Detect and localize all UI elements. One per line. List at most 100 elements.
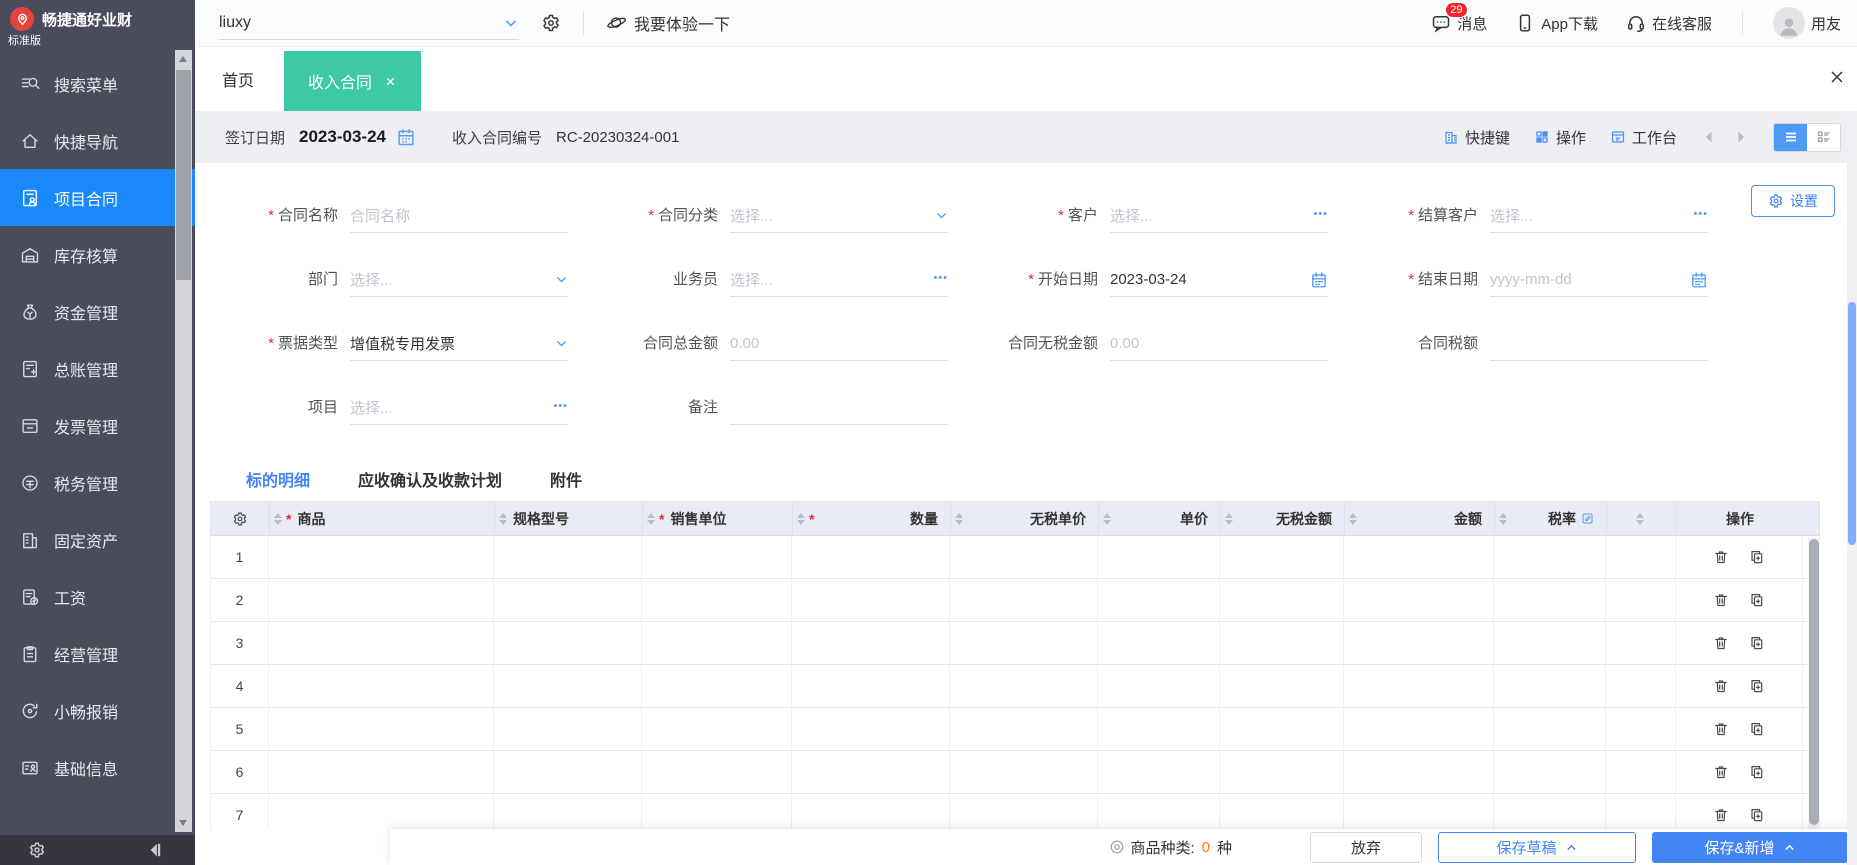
tab-attachments[interactable]: 附件 <box>550 467 582 501</box>
more-options-icon[interactable]: ••• <box>1313 208 1328 224</box>
copy-add-icon[interactable] <box>1749 678 1765 694</box>
sidebar-settings-icon[interactable] <box>28 841 46 859</box>
table-cell-empty[interactable] <box>1606 536 1676 578</box>
trash-icon[interactable] <box>1713 678 1729 694</box>
gear-icon[interactable] <box>232 511 248 527</box>
sort-arrows-icon[interactable] <box>1103 512 1111 525</box>
page-scrollbar-thumb[interactable] <box>1848 302 1856 545</box>
field-input-invoice-type[interactable]: 增值税专用发票 <box>350 327 568 361</box>
field-input-customer[interactable]: 选择... ••• <box>1110 199 1328 233</box>
sidebar-item-money-bag[interactable]: 资金管理 <box>0 283 172 340</box>
table-cell-empty[interactable] <box>642 708 792 750</box>
table-cell-empty[interactable] <box>494 579 642 621</box>
table-cell-empty[interactable] <box>269 665 494 707</box>
table-cell-empty[interactable] <box>1606 794 1676 829</box>
table-cell-empty[interactable] <box>1220 794 1344 829</box>
table-cell-empty[interactable] <box>269 579 494 621</box>
table-cell-empty[interactable] <box>1220 665 1344 707</box>
table-cell-empty[interactable] <box>1098 622 1220 664</box>
table-cell-empty[interactable] <box>792 751 950 793</box>
field-input-start-date[interactable]: 2023-03-24 <box>1110 263 1328 297</box>
table-cell-empty[interactable] <box>1098 794 1220 829</box>
table-cell-empty[interactable] <box>269 622 494 664</box>
table-cell-empty[interactable] <box>1220 751 1344 793</box>
card-view-button[interactable] <box>1807 124 1840 151</box>
sort-arrows-icon[interactable] <box>1225 512 1233 525</box>
table-cell-empty[interactable] <box>494 794 642 829</box>
table-scrollbar-thumb[interactable] <box>1809 539 1819 825</box>
chevron-down-icon[interactable] <box>935 209 948 222</box>
sort-arrows-icon[interactable] <box>797 512 805 525</box>
operation-menu-button[interactable]: 操作 <box>1534 127 1586 148</box>
sidebar-item-search-menu[interactable]: 搜索菜单 <box>0 55 172 112</box>
table-cell-empty[interactable] <box>1606 751 1676 793</box>
table-cell-empty[interactable] <box>269 708 494 750</box>
sidebar-collapse-icon[interactable] <box>145 841 163 859</box>
table-cell-empty[interactable] <box>1494 536 1606 578</box>
table-cell-empty[interactable] <box>1494 579 1606 621</box>
table-cell-empty[interactable] <box>1606 579 1676 621</box>
field-input-salesman[interactable]: 选择... ••• <box>730 263 948 297</box>
table-cell-empty[interactable] <box>1606 708 1676 750</box>
sort-arrows-icon[interactable] <box>499 512 507 525</box>
table-scrollbar[interactable] <box>1808 537 1820 829</box>
table-cell-empty[interactable] <box>269 794 494 829</box>
trash-icon[interactable] <box>1713 721 1729 737</box>
trash-icon[interactable] <box>1713 807 1729 823</box>
chevron-down-icon[interactable] <box>555 337 568 350</box>
sidebar-item-tax[interactable]: 税务管理 <box>0 454 172 511</box>
tab-close-icon[interactable] <box>384 75 397 88</box>
next-arrow-icon[interactable] <box>1733 129 1749 145</box>
table-cell-empty[interactable] <box>792 665 950 707</box>
table-cell-empty[interactable] <box>1344 622 1494 664</box>
field-input-settlement-customer[interactable]: 选择... ••• <box>1490 199 1708 233</box>
table-cell-empty[interactable] <box>642 751 792 793</box>
more-options-icon[interactable]: ••• <box>933 272 948 288</box>
trash-icon[interactable] <box>1713 635 1729 651</box>
table-cell-empty[interactable] <box>494 751 642 793</box>
messages-button[interactable]: 消息 29 <box>1431 1 1487 34</box>
topbar-settings-icon[interactable] <box>541 13 561 33</box>
calendar-icon[interactable] <box>396 127 416 147</box>
close-all-tabs-icon[interactable] <box>1829 69 1845 85</box>
scroll-up-icon[interactable] <box>179 56 187 62</box>
more-options-icon[interactable]: ••• <box>553 400 568 416</box>
table-cell-empty[interactable] <box>792 622 950 664</box>
field-input-project[interactable]: 选择... ••• <box>350 391 568 425</box>
table-cell-empty[interactable] <box>792 708 950 750</box>
table-cell-empty[interactable] <box>642 794 792 829</box>
more-options-icon[interactable]: ••• <box>1693 208 1708 224</box>
table-cell-empty[interactable] <box>642 622 792 664</box>
field-input-remark[interactable] <box>730 391 948 425</box>
sidebar-item-warehouse[interactable]: 库存核算 <box>0 226 172 283</box>
tab-home[interactable]: 首页 <box>222 67 254 91</box>
table-cell-empty[interactable] <box>792 536 950 578</box>
account-selector[interactable]: liuxy <box>219 6 519 40</box>
table-cell-empty[interactable] <box>1098 579 1220 621</box>
table-cell-empty[interactable] <box>1098 536 1220 578</box>
field-input-contract-category[interactable]: 选择... <box>730 199 948 233</box>
table-cell-empty[interactable] <box>642 665 792 707</box>
sort-arrows-icon[interactable] <box>274 512 282 525</box>
app-download-button[interactable]: App下载 <box>1515 13 1598 34</box>
sort-arrows-icon[interactable] <box>647 512 655 525</box>
copy-add-icon[interactable] <box>1749 807 1765 823</box>
field-input-department[interactable]: 选择... <box>350 263 568 297</box>
table-cell-empty[interactable] <box>1344 794 1494 829</box>
table-cell-empty[interactable] <box>1494 622 1606 664</box>
trash-icon[interactable] <box>1713 764 1729 780</box>
field-input-end-date[interactable]: yyyy-mm-dd <box>1490 263 1708 297</box>
table-cell-empty[interactable] <box>792 794 950 829</box>
calendar-icon[interactable] <box>1690 271 1708 289</box>
table-cell-empty[interactable] <box>1220 536 1344 578</box>
tab-receivable-plan[interactable]: 应收确认及收款计划 <box>358 467 502 501</box>
table-cell-empty[interactable] <box>1606 665 1676 707</box>
table-cell-empty[interactable] <box>792 579 950 621</box>
sidebar-item-fixed-assets[interactable]: 固定资产 <box>0 511 172 568</box>
table-cell-empty[interactable] <box>1494 794 1606 829</box>
table-cell-empty[interactable] <box>1344 751 1494 793</box>
pencil-edit-icon[interactable] <box>1581 512 1594 525</box>
table-cell-empty[interactable] <box>642 579 792 621</box>
copy-add-icon[interactable] <box>1749 635 1765 651</box>
table-cell-empty[interactable] <box>950 751 1098 793</box>
